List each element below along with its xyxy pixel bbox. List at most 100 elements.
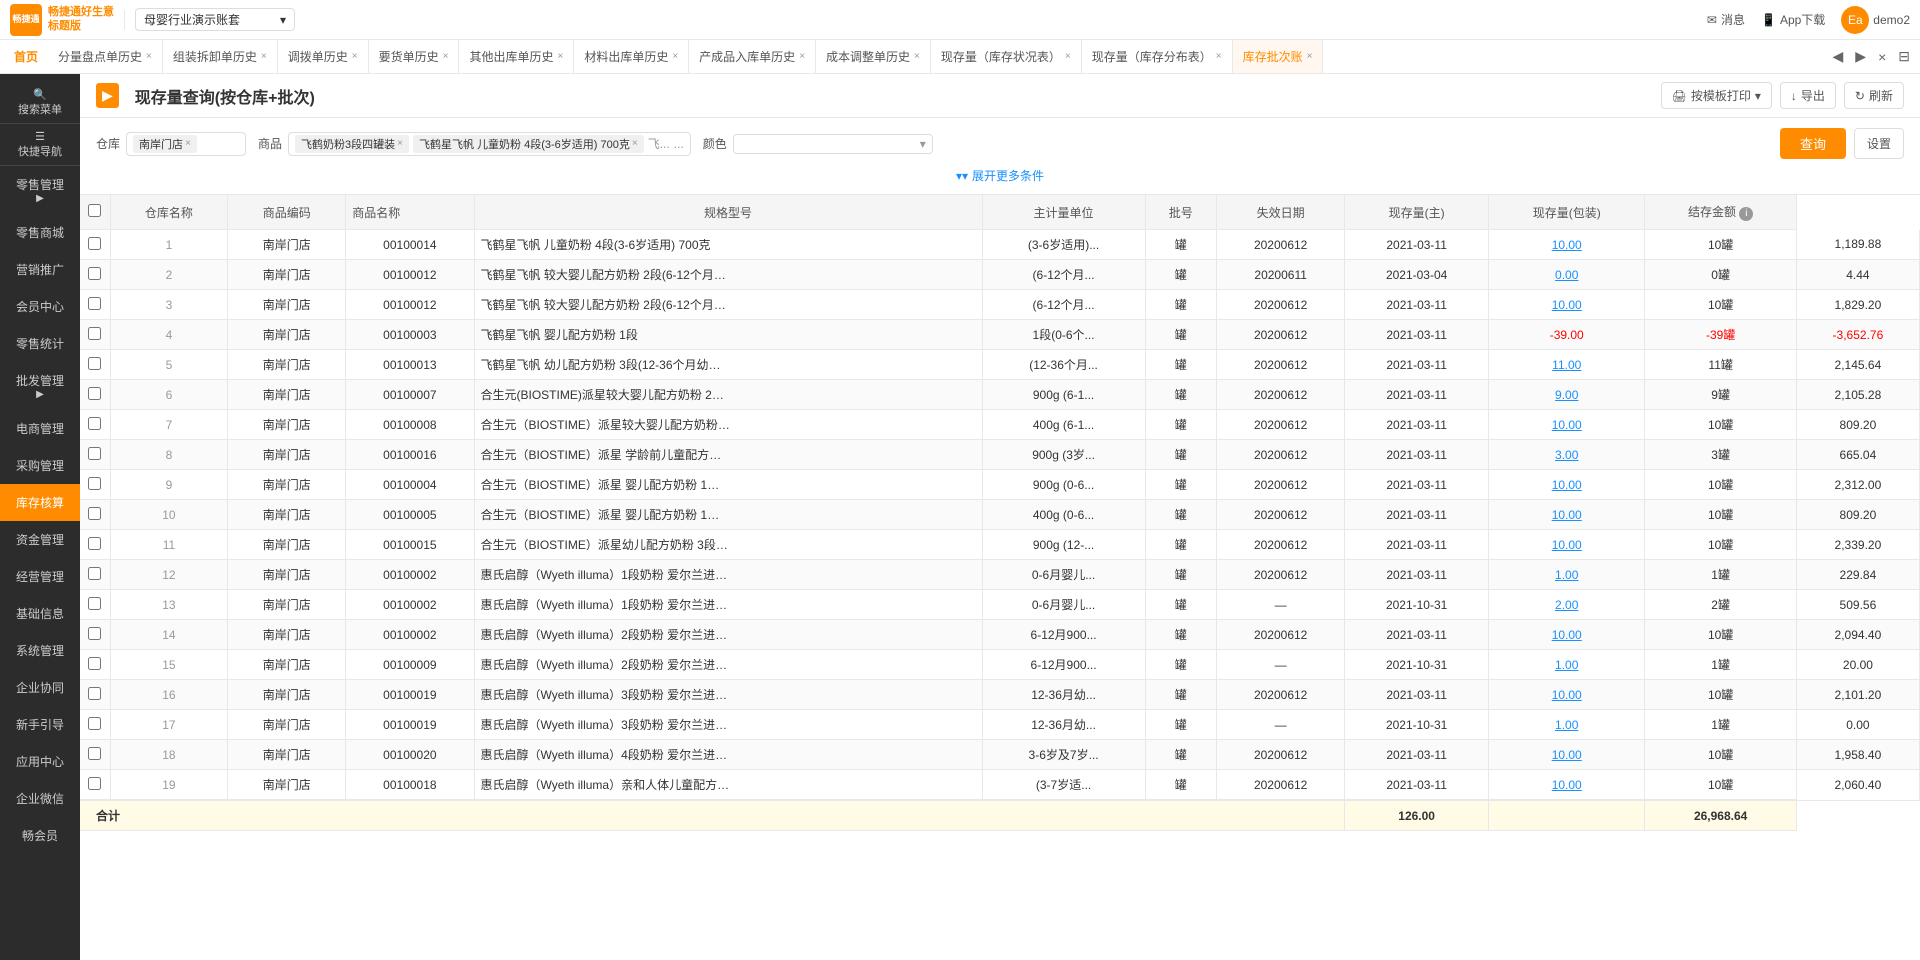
tab-next-button[interactable]: ▶ — [1849, 48, 1872, 65]
tab-home[interactable]: 首页 — [4, 48, 48, 65]
tab-close-batch-account[interactable]: × — [1307, 51, 1313, 62]
row-checkbox[interactable] — [80, 710, 110, 740]
print-button[interactable]: 🖨 按模板打印 ▾ — [1661, 82, 1772, 109]
row-checkbox[interactable] — [80, 620, 110, 650]
sidebar-item-shop[interactable]: 零售商城 — [0, 214, 80, 251]
query-button[interactable]: 查询 — [1780, 128, 1846, 159]
row-checkbox[interactable] — [80, 440, 110, 470]
sidebar-item-marketing[interactable]: 营销推广 — [0, 251, 80, 288]
tab-material-out[interactable]: 材料出库单历史 × — [574, 40, 689, 74]
company-selector[interactable]: 母婴行业演示账套 ▾ — [135, 8, 295, 31]
tab-stock-dist[interactable]: 现存量（库存分布表） × — [1082, 40, 1233, 74]
row-checkbox[interactable] — [80, 350, 110, 380]
tab-require[interactable]: 要货单历史 × — [369, 40, 460, 74]
row-checkbox[interactable] — [80, 680, 110, 710]
sidebar-item-finance[interactable]: 资金管理 — [0, 521, 80, 558]
row-checkbox[interactable] — [80, 470, 110, 500]
cell-qty[interactable]: 10.00 — [1488, 770, 1644, 801]
cell-qty[interactable]: 3.00 — [1488, 440, 1644, 470]
tab-close-split-inventory[interactable]: × — [146, 51, 152, 62]
row-checkbox[interactable] — [80, 770, 110, 801]
cell-qty[interactable]: 10.00 — [1488, 620, 1644, 650]
sidebar-item-ecommerce[interactable]: 电商管理 — [0, 410, 80, 447]
sidebar-item-appstore[interactable]: 应用中心 — [0, 743, 80, 780]
select-all-checkbox[interactable] — [88, 204, 101, 217]
row-checkbox[interactable] — [80, 260, 110, 290]
expand-arrow-button[interactable]: ▶ — [96, 83, 119, 108]
row-checkbox[interactable] — [80, 500, 110, 530]
expand-more-button[interactable]: ▾▾ 展开更多条件 — [96, 167, 1904, 184]
row-checkbox[interactable] — [80, 290, 110, 320]
tab-menu-button[interactable]: ⊟ — [1892, 48, 1916, 65]
sidebar-item-cooperation[interactable]: 企业协同 — [0, 669, 80, 706]
tab-batch-account[interactable]: 库存批次账 × — [1233, 40, 1324, 74]
cell-qty[interactable]: 10.00 — [1488, 410, 1644, 440]
row-checkbox[interactable] — [80, 410, 110, 440]
tab-close-disassemble[interactable]: × — [261, 51, 267, 62]
cell-qty[interactable]: 10.00 — [1488, 740, 1644, 770]
tab-close-other-out[interactable]: × — [557, 51, 563, 62]
tab-prev-button[interactable]: ◀ — [1827, 48, 1850, 65]
tab-cost-adjust[interactable]: 成本调整单历史 × — [816, 40, 931, 74]
row-checkbox[interactable] — [80, 560, 110, 590]
sidebar-item-stats[interactable]: 零售统计 — [0, 325, 80, 362]
message-button[interactable]: ✉ 消息 — [1707, 11, 1745, 28]
sidebar-item-operation[interactable]: 经营管理 — [0, 558, 80, 595]
sidebar-search[interactable]: 🔍 搜索菜单 — [0, 82, 80, 124]
tab-disassemble[interactable]: 组装拆卸单历史 × — [163, 40, 278, 74]
sidebar-item-inventory[interactable]: 库存核算 — [0, 484, 80, 521]
sidebar-item-basic[interactable]: 基础信息 — [0, 595, 80, 632]
sidebar-nav[interactable]: ☰ 快捷导航 — [0, 124, 80, 166]
tab-close-stock-status[interactable]: × — [1065, 51, 1071, 62]
tab-close-adjust[interactable]: × — [352, 51, 358, 62]
row-checkbox[interactable] — [80, 590, 110, 620]
row-checkbox[interactable] — [80, 320, 110, 350]
amount-info-icon[interactable]: i — [1739, 207, 1753, 221]
sidebar-item-system[interactable]: 系统管理 — [0, 632, 80, 669]
cell-qty[interactable]: 10.00 — [1488, 500, 1644, 530]
cell-qty[interactable]: 10.00 — [1488, 230, 1644, 260]
cell-qty[interactable]: 9.00 — [1488, 380, 1644, 410]
cell-qty[interactable]: 1.00 — [1488, 710, 1644, 740]
warehouse-tag-group[interactable]: 南岸门店 × — [126, 132, 246, 156]
tab-close-all-button[interactable]: × — [1872, 49, 1892, 65]
tab-split-inventory[interactable]: 分量盘点单历史 × — [48, 40, 163, 74]
warehouse-tag-1-close[interactable]: × — [185, 138, 191, 149]
sidebar-item-wholesale[interactable]: 批发管理 ▶ — [0, 362, 80, 410]
export-button[interactable]: ↓ 导出 — [1780, 82, 1836, 109]
sidebar-item-vip[interactable]: 畅会员 — [0, 817, 80, 854]
tab-product-in[interactable]: 产成品入库单历史 × — [689, 40, 816, 74]
sidebar-item-guide[interactable]: 新手引导 — [0, 706, 80, 743]
refresh-button[interactable]: ↻ 刷新 — [1844, 82, 1904, 109]
row-checkbox[interactable] — [80, 230, 110, 260]
cell-qty[interactable]: 10.00 — [1488, 680, 1644, 710]
cell-qty[interactable]: 1.00 — [1488, 650, 1644, 680]
tab-close-cost-adjust[interactable]: × — [914, 51, 920, 62]
row-checkbox[interactable] — [80, 650, 110, 680]
cell-qty[interactable]: 0.00 — [1488, 260, 1644, 290]
product-tag-2-close[interactable]: × — [632, 138, 638, 149]
sidebar-item-retail[interactable]: 零售管理 ▶ — [0, 166, 80, 214]
product-tag-1-close[interactable]: × — [397, 138, 403, 149]
tab-close-require[interactable]: × — [443, 51, 449, 62]
color-tag-group[interactable]: ▾ — [733, 134, 933, 154]
tab-close-product-in[interactable]: × — [799, 51, 805, 62]
setting-button[interactable]: 设置 — [1854, 128, 1904, 159]
tab-stock-status[interactable]: 现存量（库存状况表） × — [931, 40, 1082, 74]
tab-close-material-out[interactable]: × — [672, 51, 678, 62]
tab-adjust[interactable]: 调拨单历史 × — [278, 40, 369, 74]
cell-qty[interactable]: 10.00 — [1488, 290, 1644, 320]
cell-qty[interactable]: 1.00 — [1488, 560, 1644, 590]
user-avatar[interactable]: Ea demo2 — [1841, 6, 1910, 34]
cell-qty[interactable]: 11.00 — [1488, 350, 1644, 380]
tab-other-out[interactable]: 其他出库单历史 × — [459, 40, 574, 74]
product-tag-group[interactable]: 飞鹤奶粉3段四罐装 × 飞鹤星飞帆 儿童奶粉 4段(3-6岁适用) 700克 ×… — [288, 132, 691, 156]
cell-qty[interactable]: 10.00 — [1488, 470, 1644, 500]
tab-close-stock-dist[interactable]: × — [1216, 51, 1222, 62]
sidebar-item-purchase[interactable]: 采购管理 — [0, 447, 80, 484]
product-filter-more[interactable]: 飞... — [648, 135, 670, 152]
row-checkbox[interactable] — [80, 530, 110, 560]
sidebar-item-wechat[interactable]: 企业微信 — [0, 780, 80, 817]
app-download-button[interactable]: 📱 App下载 — [1761, 11, 1825, 28]
sidebar-item-member[interactable]: 会员中心 — [0, 288, 80, 325]
